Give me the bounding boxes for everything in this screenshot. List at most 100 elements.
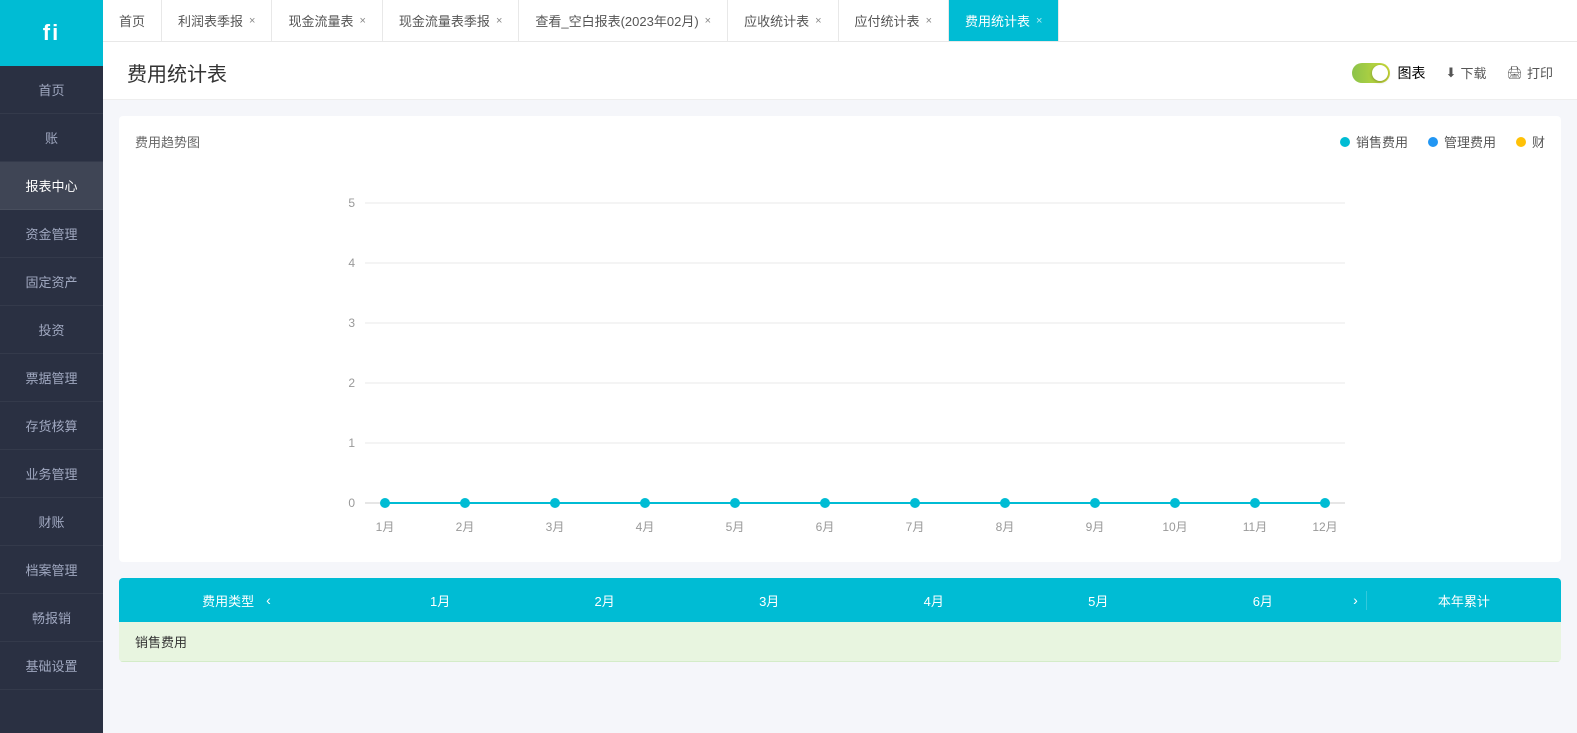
tab-label: 现金流量表 (288, 11, 353, 30)
th-m1: 1月 (358, 591, 523, 610)
chart-legend: 销售费用 管理费用 财 (1340, 132, 1545, 151)
tabs-bar: 首页 利润表季报 × 现金流量表 × 现金流量表季报 × 查看_空白报表(202… (103, 0, 1577, 42)
tab-close-icon[interactable]: × (496, 15, 502, 27)
svg-text:1: 1 (348, 436, 355, 450)
svg-text:2: 2 (348, 376, 355, 390)
tab-home[interactable]: 首页 (103, 0, 162, 42)
svg-text:4月: 4月 (636, 520, 655, 534)
tab-profit-quarterly[interactable]: 利润表季报 × (162, 0, 272, 42)
legend-label-sales: 销售费用 (1356, 132, 1408, 151)
legend-label-finance: 财 (1532, 132, 1545, 151)
download-label: 下载 (1460, 63, 1486, 82)
tab-label: 现金流量表季报 (399, 11, 490, 30)
sidebar-item-file-management[interactable]: 档案管理 (0, 546, 103, 594)
th-type: 费用类型 ‹ (119, 590, 358, 610)
tab-close-icon[interactable]: × (359, 15, 365, 27)
tab-label: 利润表季报 (178, 11, 243, 30)
th-m4: 4月 (851, 591, 1016, 610)
sidebar-item-investment[interactable]: 投资 (0, 306, 103, 354)
svg-text:10月: 10月 (1162, 520, 1187, 534)
legend-admin: 管理费用 (1428, 132, 1496, 151)
chart-toggle-container[interactable]: 图表 (1352, 63, 1426, 83)
chart-section: 费用趋势图 销售费用 管理费用 财 (119, 116, 1561, 562)
sidebar-item-ticket-management[interactable]: 票据管理 (0, 354, 103, 402)
prev-arrow-icon[interactable]: ‹ (262, 590, 275, 610)
tab-cash-flow[interactable]: 现金流量表 × (272, 0, 382, 42)
download-button[interactable]: ⬇ 下载 (1446, 63, 1487, 82)
page-content: 费用统计表 图表 ⬇ 下载 🖨 打印 (103, 42, 1577, 733)
tab-close-icon[interactable]: × (249, 15, 255, 27)
sidebar-item-service-management[interactable]: 业务管理 (0, 450, 103, 498)
th-type-label: 费用类型 (202, 591, 254, 610)
svg-text:8月: 8月 (996, 520, 1015, 534)
chart-toggle[interactable] (1352, 63, 1390, 83)
print-label: 打印 (1527, 63, 1553, 82)
th-m5: 5月 (1016, 591, 1181, 610)
tab-cash-flow-quarterly[interactable]: 现金流量表季报 × (383, 0, 519, 42)
sidebar-item-accounting[interactable]: 财账 (0, 498, 103, 546)
table-header-row: 费用类型 ‹ 1月 2月 3月 4月 5月 6月 › 本年累计 (119, 578, 1561, 622)
svg-text:11月: 11月 (1243, 520, 1267, 534)
sidebar-item-fund-management[interactable]: 资金管理 (0, 210, 103, 258)
tab-expense-stats[interactable]: 费用统计表 × (949, 0, 1059, 42)
next-arrow-icon[interactable]: › (1345, 592, 1366, 608)
legend-dot-finance (1516, 137, 1526, 147)
svg-text:7月: 7月 (906, 520, 925, 534)
svg-text:2月: 2月 (456, 520, 475, 534)
chart-title: 费用趋势图 (135, 132, 200, 151)
th-m2: 2月 (522, 591, 687, 610)
sidebar-item-ledger[interactable]: 账 (0, 114, 103, 162)
tab-label: 费用统计表 (965, 11, 1030, 30)
trend-chart: 5 4 3 2 1 0 (135, 163, 1545, 543)
chart-wrapper: 5 4 3 2 1 0 (135, 163, 1545, 546)
legend-dot-sales (1340, 137, 1350, 147)
sidebar: fi 首页 账 报表中心 资金管理 固定资产 投资 票据管理 存货核算 业务管理… (0, 0, 103, 733)
sidebar-item-fixed-assets[interactable]: 固定资产 (0, 258, 103, 306)
svg-text:5月: 5月 (726, 520, 745, 534)
legend-dot-admin (1428, 137, 1438, 147)
sidebar-item-basic-settings[interactable]: 基础设置 (0, 642, 103, 690)
svg-text:12月: 12月 (1312, 520, 1337, 534)
svg-text:5: 5 (348, 196, 355, 210)
data-table-section: 费用类型 ‹ 1月 2月 3月 4月 5月 6月 › 本年累计 销售费用 (119, 578, 1561, 662)
svg-text:3月: 3月 (546, 520, 565, 534)
tab-receivable-stats[interactable]: 应收统计表 × (728, 0, 838, 42)
chart-header: 费用趋势图 销售费用 管理费用 财 (135, 132, 1545, 151)
chart-toggle-label: 图表 (1398, 63, 1426, 83)
header-actions: 图表 ⬇ 下载 🖨 打印 (1352, 63, 1553, 83)
tab-label: 应收统计表 (744, 11, 809, 30)
th-m3: 3月 (687, 591, 852, 610)
print-icon: 🖨 (1506, 65, 1523, 81)
svg-text:9月: 9月 (1086, 520, 1105, 534)
legend-label-admin: 管理费用 (1444, 132, 1496, 151)
tab-close-icon[interactable]: × (705, 15, 711, 27)
tab-close-icon[interactable]: × (815, 15, 821, 27)
table-row: 销售费用 (119, 622, 1561, 662)
tab-payable-stats[interactable]: 应付统计表 × (839, 0, 949, 42)
tab-blank-report[interactable]: 查看_空白报表(2023年02月) × (519, 0, 728, 42)
app-logo: fi (0, 0, 103, 66)
th-m6: 6月 (1181, 591, 1346, 610)
sidebar-item-inventory[interactable]: 存货核算 (0, 402, 103, 450)
th-ytd: 本年累计 (1366, 591, 1561, 610)
sidebar-item-home[interactable]: 首页 (0, 66, 103, 114)
page-header: 费用统计表 图表 ⬇ 下载 🖨 打印 (103, 42, 1577, 100)
sidebar-item-report-center[interactable]: 报表中心 (0, 162, 103, 210)
tab-label: 查看_空白报表(2023年02月) (535, 11, 698, 30)
toggle-knob (1372, 65, 1388, 81)
sidebar-item-sales-return[interactable]: 畅报销 (0, 594, 103, 642)
tab-close-icon[interactable]: × (1036, 15, 1042, 27)
page-title: 费用统计表 (127, 58, 227, 87)
print-button[interactable]: 🖨 打印 (1506, 63, 1553, 82)
td-type: 销售费用 (119, 632, 368, 651)
svg-text:6月: 6月 (816, 520, 835, 534)
download-icon: ⬇ (1446, 65, 1457, 81)
svg-text:0: 0 (348, 496, 355, 510)
legend-finance: 财 (1516, 132, 1545, 151)
svg-text:1月: 1月 (376, 520, 395, 534)
tab-label: 应付统计表 (855, 11, 920, 30)
main-area: 首页 利润表季报 × 现金流量表 × 现金流量表季报 × 查看_空白报表(202… (103, 0, 1577, 733)
tab-close-icon[interactable]: × (926, 15, 932, 27)
svg-text:4: 4 (348, 256, 355, 270)
legend-sales: 销售费用 (1340, 132, 1408, 151)
